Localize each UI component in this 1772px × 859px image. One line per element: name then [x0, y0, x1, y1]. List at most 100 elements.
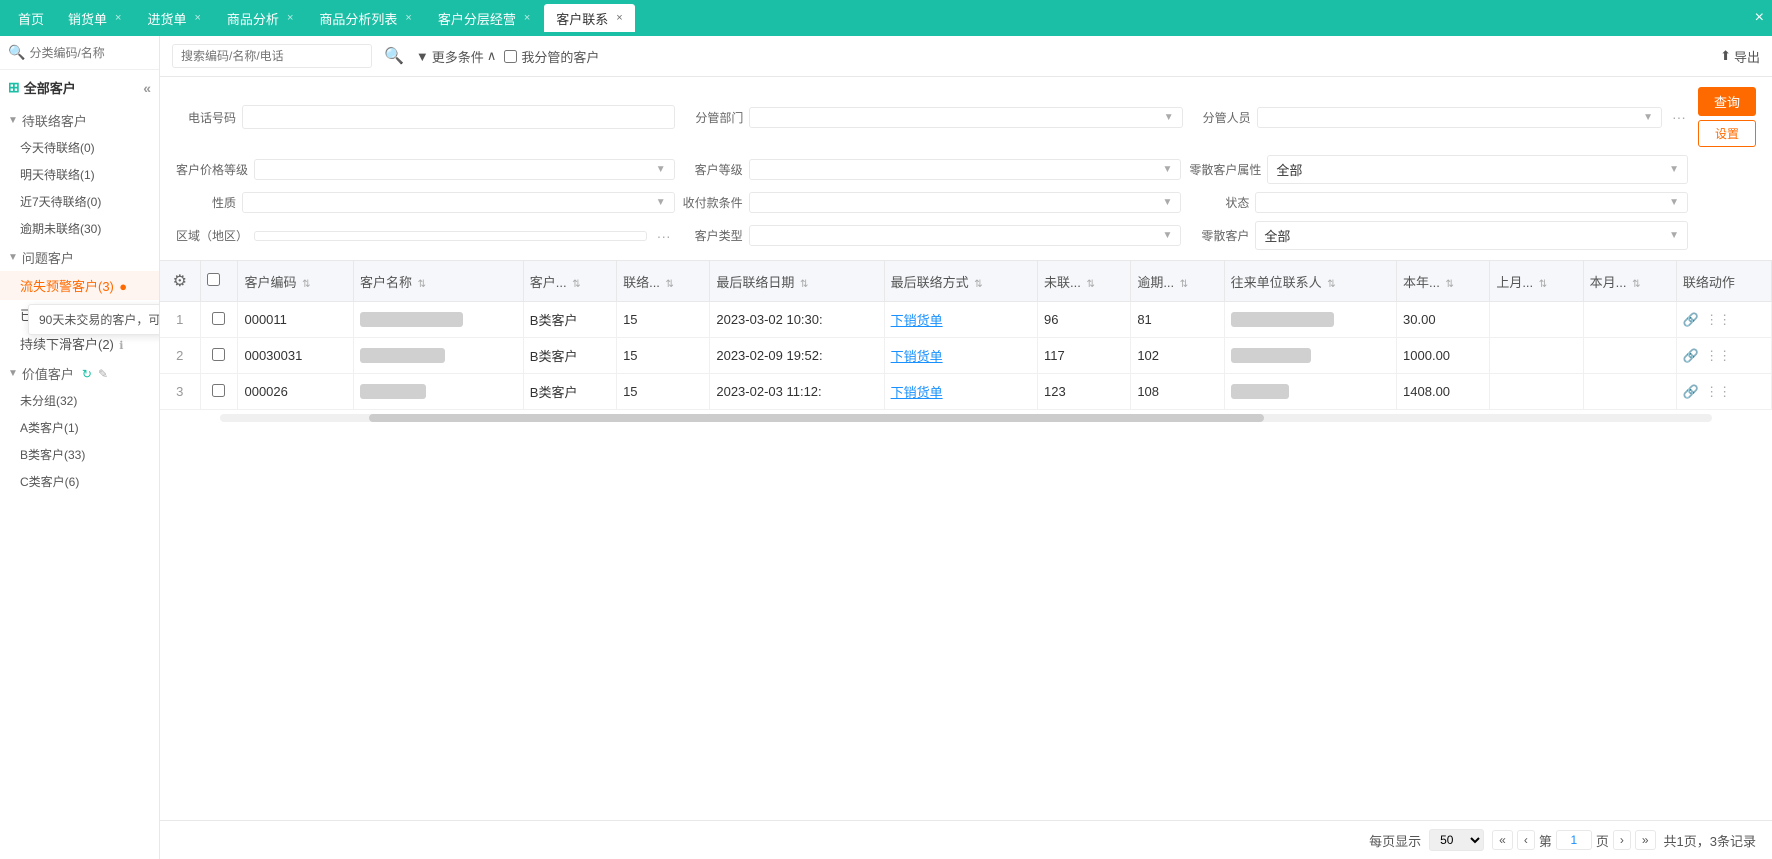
group-value-customers[interactable]: ▼ 价值客户 ↻ ✎ — [0, 358, 159, 387]
last-method-link[interactable]: 下销货单 — [891, 313, 943, 328]
row-name: ██ — [353, 374, 523, 410]
row-checkbox[interactable] — [212, 348, 225, 361]
customer-level-select[interactable]: ▼ — [749, 159, 1182, 180]
close-customer-contact-icon[interactable]: × — [616, 12, 622, 24]
close-customer-tier-icon[interactable]: × — [524, 12, 530, 24]
tab-product-analysis-list[interactable]: 商品分析列表 × — [307, 4, 423, 32]
action-more-icon[interactable]: ⋮⋮ — [1705, 312, 1731, 328]
retail-attr-select[interactable]: 全部 ▼ — [1267, 155, 1688, 184]
unit-contact-sort-icon[interactable]: ⇅ — [1327, 279, 1335, 290]
sidebar-search-input[interactable] — [29, 46, 160, 60]
phone-label: 电话号码 — [176, 109, 236, 126]
page-number-input[interactable] — [1556, 830, 1592, 850]
region-select[interactable] — [254, 231, 647, 241]
horizontal-scrollbar[interactable] — [220, 414, 1712, 422]
customer-type-select[interactable]: ▼ — [749, 225, 1182, 246]
gear-button[interactable]: ⚙ — [167, 269, 193, 293]
sidebar-item-overdue-contact[interactable]: 逾期未联络(30) — [0, 215, 159, 242]
manager-select[interactable]: ▼ — [1257, 107, 1662, 128]
top-navigation: 首页 销货单 × 进货单 × 商品分析 × 商品分析列表 × 客户分层经营 × … — [0, 0, 1772, 36]
tab-customer-contact[interactable]: 客户联系 × — [544, 4, 634, 32]
sidebar-item-class-a[interactable]: A类客户(1) — [0, 414, 159, 441]
action-link-icon[interactable]: 🔗 — [1683, 384, 1699, 400]
overdue-sort-icon[interactable]: ⇅ — [1180, 279, 1188, 290]
close-purchase-order-icon[interactable]: × — [194, 12, 200, 24]
tab-product-analysis[interactable]: 商品分析 × — [215, 4, 305, 32]
filter-field-region: 区域（地区） ··· — [176, 227, 675, 244]
edit-icon[interactable]: ✎ — [98, 367, 108, 381]
group-problem-customers[interactable]: ▼ 问题客户 — [0, 242, 159, 271]
select-all-checkbox[interactable] — [207, 273, 220, 286]
status-select[interactable]: ▼ — [1255, 192, 1688, 213]
tab-sales-order[interactable]: 销货单 × — [56, 4, 133, 32]
settings-button[interactable]: 设置 — [1698, 120, 1756, 147]
per-page-select[interactable]: 50 100 200 — [1429, 829, 1484, 851]
uncontact-sort-icon[interactable]: ⇅ — [1087, 279, 1095, 290]
nature-select[interactable]: ▼ — [242, 192, 675, 213]
type-sort-icon[interactable]: ⇅ — [572, 279, 580, 290]
retail-customer-select[interactable]: 全部 ▼ — [1255, 221, 1688, 250]
sidebar-item-class-c[interactable]: C类客户(6) — [0, 468, 159, 495]
main-content: 🔍 ▼ 更多条件 ∧ 我分管的客户 ⬆ 导出 电话号码 — [160, 36, 1772, 859]
last-date-sort-icon[interactable]: ⇅ — [800, 279, 808, 290]
sidebar-item-7day-contact[interactable]: 近7天待联络(0) — [0, 188, 159, 215]
tab-purchase-order[interactable]: 进货单 × — [135, 4, 212, 32]
export-button[interactable]: ⬆ 导出 — [1720, 47, 1760, 66]
region-more-icon[interactable]: ··· — [653, 228, 675, 244]
tab-customer-tier[interactable]: 客户分层经营 × — [426, 4, 542, 32]
sidebar-item-tomorrow-contact[interactable]: 明天待联络(1) — [0, 161, 159, 188]
contact-sort-icon[interactable]: ⇅ — [666, 279, 674, 290]
name-sort-icon[interactable]: ⇅ — [418, 279, 426, 290]
last-page-button[interactable]: » — [1635, 830, 1656, 850]
last-method-link[interactable]: 下销货单 — [891, 385, 943, 400]
action-link-icon[interactable]: 🔗 — [1683, 312, 1699, 328]
sidebar-item-ungrouped[interactable]: 未分组(32) — [0, 387, 159, 414]
action-more-icon[interactable]: ⋮⋮ — [1705, 384, 1731, 400]
status-chevron-icon: ▼ — [1669, 197, 1679, 208]
last-method-link[interactable]: 下销货单 — [891, 349, 943, 364]
close-product-analysis-list-icon[interactable]: × — [405, 12, 411, 24]
home-tab[interactable]: 首页 — [8, 9, 54, 28]
action-more-icon[interactable]: ⋮⋮ — [1705, 348, 1731, 364]
close-sales-order-icon[interactable]: × — [115, 12, 121, 24]
price-level-select[interactable]: ▼ — [254, 159, 675, 180]
collapse-icon[interactable]: « — [143, 80, 151, 96]
dept-chevron-icon: ▼ — [1164, 112, 1174, 123]
close-product-analysis-icon[interactable]: × — [287, 12, 293, 24]
row-checkbox[interactable] — [212, 384, 225, 397]
query-button[interactable]: 查询 — [1698, 87, 1756, 116]
code-sort-icon[interactable]: ⇅ — [302, 279, 310, 290]
data-table-wrapper: ⚙ 客户编码 ⇅ 客户名称 ⇅ — [160, 261, 1772, 820]
row-contact-count: 15 — [617, 302, 710, 338]
last-month-sort-icon[interactable]: ⇅ — [1539, 279, 1547, 290]
phone-input[interactable] — [242, 105, 675, 129]
row-name: ██████ — [353, 302, 523, 338]
group-pending-contact[interactable]: ▼ 待联络客户 — [0, 105, 159, 134]
last-method-sort-icon[interactable]: ⇅ — [974, 279, 982, 290]
this-month-sort-icon[interactable]: ⇅ — [1632, 279, 1640, 290]
next-page-button[interactable]: › — [1613, 830, 1631, 850]
search-input[interactable] — [172, 44, 372, 68]
row-checkbox[interactable] — [212, 312, 225, 325]
refresh-icon[interactable]: ↻ — [82, 367, 92, 381]
search-button[interactable]: 🔍 — [380, 46, 408, 66]
my-customers-checkbox-label[interactable]: 我分管的客户 — [504, 47, 599, 66]
this-year-sort-icon[interactable]: ⇅ — [1446, 279, 1454, 290]
manager-more-icon[interactable]: ··· — [1668, 109, 1690, 125]
all-customers-header[interactable]: ⊞ 全部客户 « — [0, 70, 159, 105]
table-row: 3 000026 ██ B类客户 15 2023-02-03 11:12: 下销… — [160, 374, 1772, 410]
dept-select[interactable]: ▼ — [749, 107, 1182, 128]
my-customers-checkbox[interactable] — [504, 50, 517, 63]
sidebar-item-churn-warning[interactable]: 流失预警客户(3) ● — [0, 271, 159, 300]
row-index: 1 — [160, 302, 200, 338]
sidebar-item-today-contact[interactable]: 今天待联络(0) — [0, 134, 159, 161]
close-all-button[interactable]: × — [1755, 9, 1764, 27]
payment-select[interactable]: ▼ — [749, 192, 1182, 213]
action-link-icon[interactable]: 🔗 — [1683, 348, 1699, 364]
filter-field-customer-level: 客户等级 ▼ — [683, 159, 1182, 180]
prev-page-button[interactable]: ‹ — [1517, 830, 1535, 850]
more-conditions-button[interactable]: ▼ 更多条件 ∧ — [416, 47, 496, 66]
sidebar-item-class-b[interactable]: B类客户(33) — [0, 441, 159, 468]
scrollbar-thumb[interactable] — [369, 414, 1264, 422]
first-page-button[interactable]: « — [1492, 830, 1513, 850]
